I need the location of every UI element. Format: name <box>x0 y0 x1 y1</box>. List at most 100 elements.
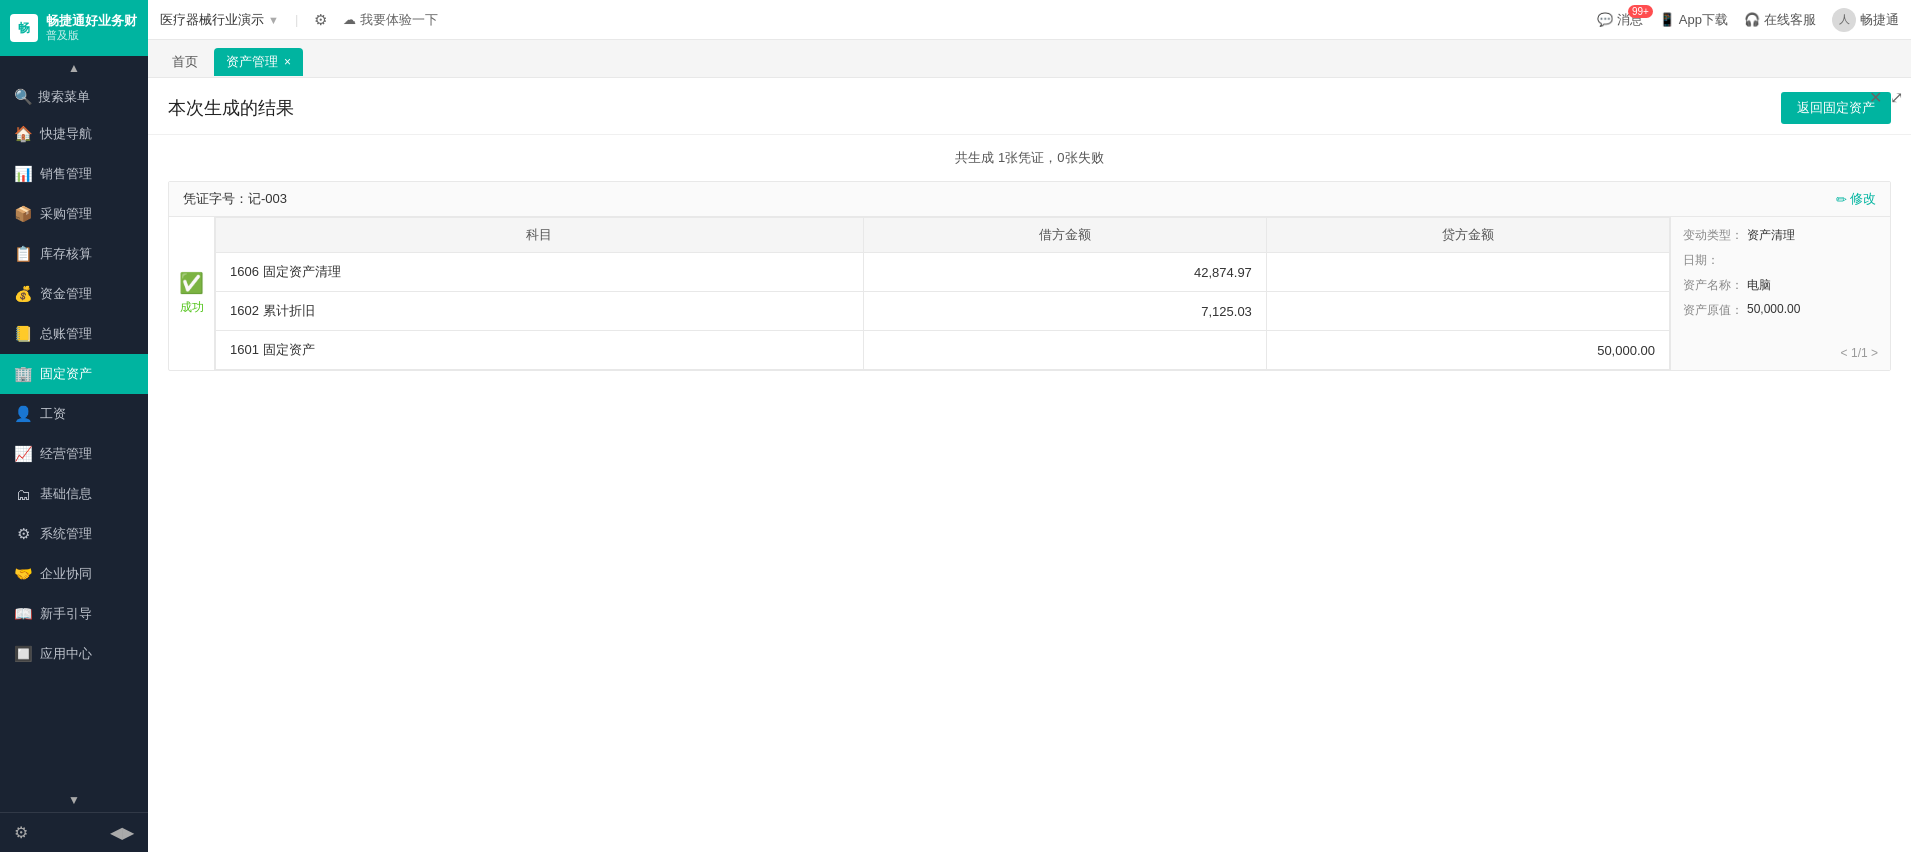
fixed-assets-icon: 🏢 <box>14 365 32 383</box>
asset-value-value: 50,000.00 <box>1747 302 1800 319</box>
company-name: 医疗器械行业演示 <box>160 11 264 29</box>
mobile-icon: 📱 <box>1659 12 1675 27</box>
result-summary: 共生成 1张凭证，0张失败 <box>148 135 1911 181</box>
sidebar-item-search[interactable]: 🔍 搜索菜单 <box>0 80 148 114</box>
sidebar-label-app-center: 应用中心 <box>40 645 92 663</box>
quick-nav-icon: 🏠 <box>14 125 32 143</box>
sidebar-label-guide: 新手引导 <box>40 605 92 623</box>
sidebar-item-salary[interactable]: 👤 工资 <box>0 394 148 434</box>
tab-home[interactable]: 首页 <box>160 48 210 76</box>
side-info-panel: 变动类型： 资产清理 日期： 资产名称： 电脑 资产原值： 50,000.00 <box>1670 217 1890 370</box>
sidebar-item-guide[interactable]: 📖 新手引导 <box>0 594 148 634</box>
settings-icon[interactable]: ⚙ <box>14 823 28 842</box>
sidebar-label-cooperation: 企业协同 <box>40 565 92 583</box>
sidebar-item-operation[interactable]: 📈 经营管理 <box>0 434 148 474</box>
fund-icon: 💰 <box>14 285 32 303</box>
ledger-icon: 📒 <box>14 325 32 343</box>
panel-controls: ✕ ⤢ <box>1869 88 1911 107</box>
sidebar-item-ledger[interactable]: 📒 总账管理 <box>0 314 148 354</box>
sidebar-item-cooperation[interactable]: 🤝 企业协同 <box>0 554 148 594</box>
asset-value-label: 资产原值： <box>1683 302 1743 319</box>
scroll-down-btn[interactable]: ▼ <box>0 788 148 812</box>
guide-icon: 📖 <box>14 605 32 623</box>
sidebar-item-fixed-assets[interactable]: 🏢 固定资产 <box>0 354 148 394</box>
topbar-right: 💬 消息 99+ 📱 App下载 🎧 在线客服 人 畅捷通 <box>1597 8 1899 32</box>
sidebar-label-purchase: 采购管理 <box>40 205 92 223</box>
salary-icon: 👤 <box>14 405 32 423</box>
system-icon: ⚙ <box>14 525 32 543</box>
sidebar-label-inventory: 库存核算 <box>40 245 92 263</box>
tabbar: 首页 资产管理 × <box>148 40 1911 78</box>
next-btn[interactable]: > <box>1871 346 1878 360</box>
cell-subject-1: 1602 累计折旧 <box>216 292 864 331</box>
edit-btn[interactable]: ✏ 修改 <box>1836 190 1876 208</box>
sidebar-item-purchase[interactable]: 📦 采购管理 <box>0 194 148 234</box>
sidebar-footer: ⚙ ◀▶ <box>0 812 148 852</box>
tab-close-btn[interactable]: × <box>284 56 291 68</box>
status-col: ✅ 成功 <box>169 217 215 370</box>
side-pagination: < 1/1 > <box>1683 346 1878 360</box>
cloud-icon: ☁ <box>343 12 356 27</box>
sidebar-item-fund[interactable]: 💰 资金管理 <box>0 274 148 314</box>
message-btn[interactable]: 💬 消息 99+ <box>1597 11 1643 29</box>
sidebar-label-fund: 资金管理 <box>40 285 92 303</box>
headset-icon: 🎧 <box>1744 12 1760 27</box>
sidebar: 畅 畅捷通好业务财 普及版 ▲ 🔍 搜索菜单 🏠 快捷导航 📊 销售管理 📦 采… <box>0 0 148 852</box>
tab-asset-management[interactable]: 资产管理 × <box>214 48 303 76</box>
voucher-number: 凭证字号：记-003 <box>183 190 287 208</box>
col-debit: 借方金额 <box>863 218 1266 253</box>
cell-subject-0: 1606 固定资产清理 <box>216 253 864 292</box>
cooperation-icon: 🤝 <box>14 565 32 583</box>
scroll-up-btn[interactable]: ▲ <box>0 56 148 80</box>
gear-icon[interactable]: ⚙ <box>314 11 327 29</box>
search-icon: 🔍 <box>14 88 32 106</box>
asset-name-row: 资产名称： 电脑 <box>1683 277 1878 294</box>
sidebar-label-salary: 工资 <box>40 405 66 423</box>
sidebar-label-fixed-assets: 固定资产 <box>40 365 92 383</box>
company-selector[interactable]: 医疗器械行业演示 ▼ <box>160 11 279 29</box>
expand-panel-btn[interactable]: ⤢ <box>1890 88 1903 107</box>
sidebar-header: 畅 畅捷通好业务财 普及版 <box>0 0 148 56</box>
page-title: 本次生成的结果 <box>168 96 294 120</box>
sidebar-item-app-center[interactable]: 🔲 应用中心 <box>0 634 148 674</box>
cell-debit-2 <box>863 331 1266 370</box>
separator: | <box>295 12 298 27</box>
sidebar-item-sales[interactable]: 📊 销售管理 <box>0 154 148 194</box>
edit-icon: ✏ <box>1836 192 1847 207</box>
basic-info-icon: 🗂 <box>14 485 32 503</box>
table-row: 1602 累计折旧 7,125.03 <box>216 292 1670 331</box>
sidebar-label-basic-info: 基础信息 <box>40 485 92 503</box>
close-panel-btn[interactable]: ✕ <box>1869 88 1882 107</box>
collapse-icon[interactable]: ◀▶ <box>110 823 134 842</box>
col-subject: 科目 <box>216 218 864 253</box>
asset-name-value: 电脑 <box>1747 277 1771 294</box>
dropdown-icon: ▼ <box>268 14 279 26</box>
col-credit: 贷方金额 <box>1266 218 1669 253</box>
sidebar-item-quick-nav[interactable]: 🏠 快捷导航 <box>0 114 148 154</box>
online-service-btn[interactable]: 🎧 在线客服 <box>1744 11 1816 29</box>
content-area: ✕ ⤢ 本次生成的结果 返回固定资产 共生成 1张凭证，0张失败 凭证字号：记-… <box>148 78 1911 852</box>
sidebar-label-operation: 经营管理 <box>40 445 92 463</box>
sidebar-item-system[interactable]: ⚙ 系统管理 <box>0 514 148 554</box>
page-header: 本次生成的结果 返回固定资产 <box>148 78 1911 135</box>
sidebar-item-basic-info[interactable]: 🗂 基础信息 <box>0 474 148 514</box>
user-menu-btn[interactable]: 人 畅捷通 <box>1832 8 1899 32</box>
app-download-btn[interactable]: 📱 App下载 <box>1659 11 1728 29</box>
message-badge: 99+ <box>1628 5 1653 18</box>
change-type-value: 资产清理 <box>1747 227 1795 244</box>
sidebar-label-quick-nav: 快捷导航 <box>40 125 92 143</box>
voucher-table: 科目 借方金额 贷方金额 1606 固定资产清理 42,874.97 1602 … <box>215 217 1670 370</box>
main-wrap: 医疗器械行业演示 ▼ | ⚙ ☁ 我要体验一下 💬 消息 99+ 📱 App下载… <box>148 0 1911 852</box>
table-row: 1606 固定资产清理 42,874.97 <box>216 253 1670 292</box>
message-icon: 💬 <box>1597 12 1613 27</box>
voucher-header: 凭证字号：记-003 ✏ 修改 <box>169 182 1890 217</box>
app-center-icon: 🔲 <box>14 645 32 663</box>
asset-value-row: 资产原值： 50,000.00 <box>1683 302 1878 319</box>
sales-icon: 📊 <box>14 165 32 183</box>
prev-btn[interactable]: < <box>1841 346 1848 360</box>
trial-btn[interactable]: ☁ 我要体验一下 <box>343 11 438 29</box>
sidebar-label-ledger: 总账管理 <box>40 325 92 343</box>
sidebar-item-inventory[interactable]: 📋 库存核算 <box>0 234 148 274</box>
change-type-label: 变动类型： <box>1683 227 1743 244</box>
cell-credit-0 <box>1266 253 1669 292</box>
